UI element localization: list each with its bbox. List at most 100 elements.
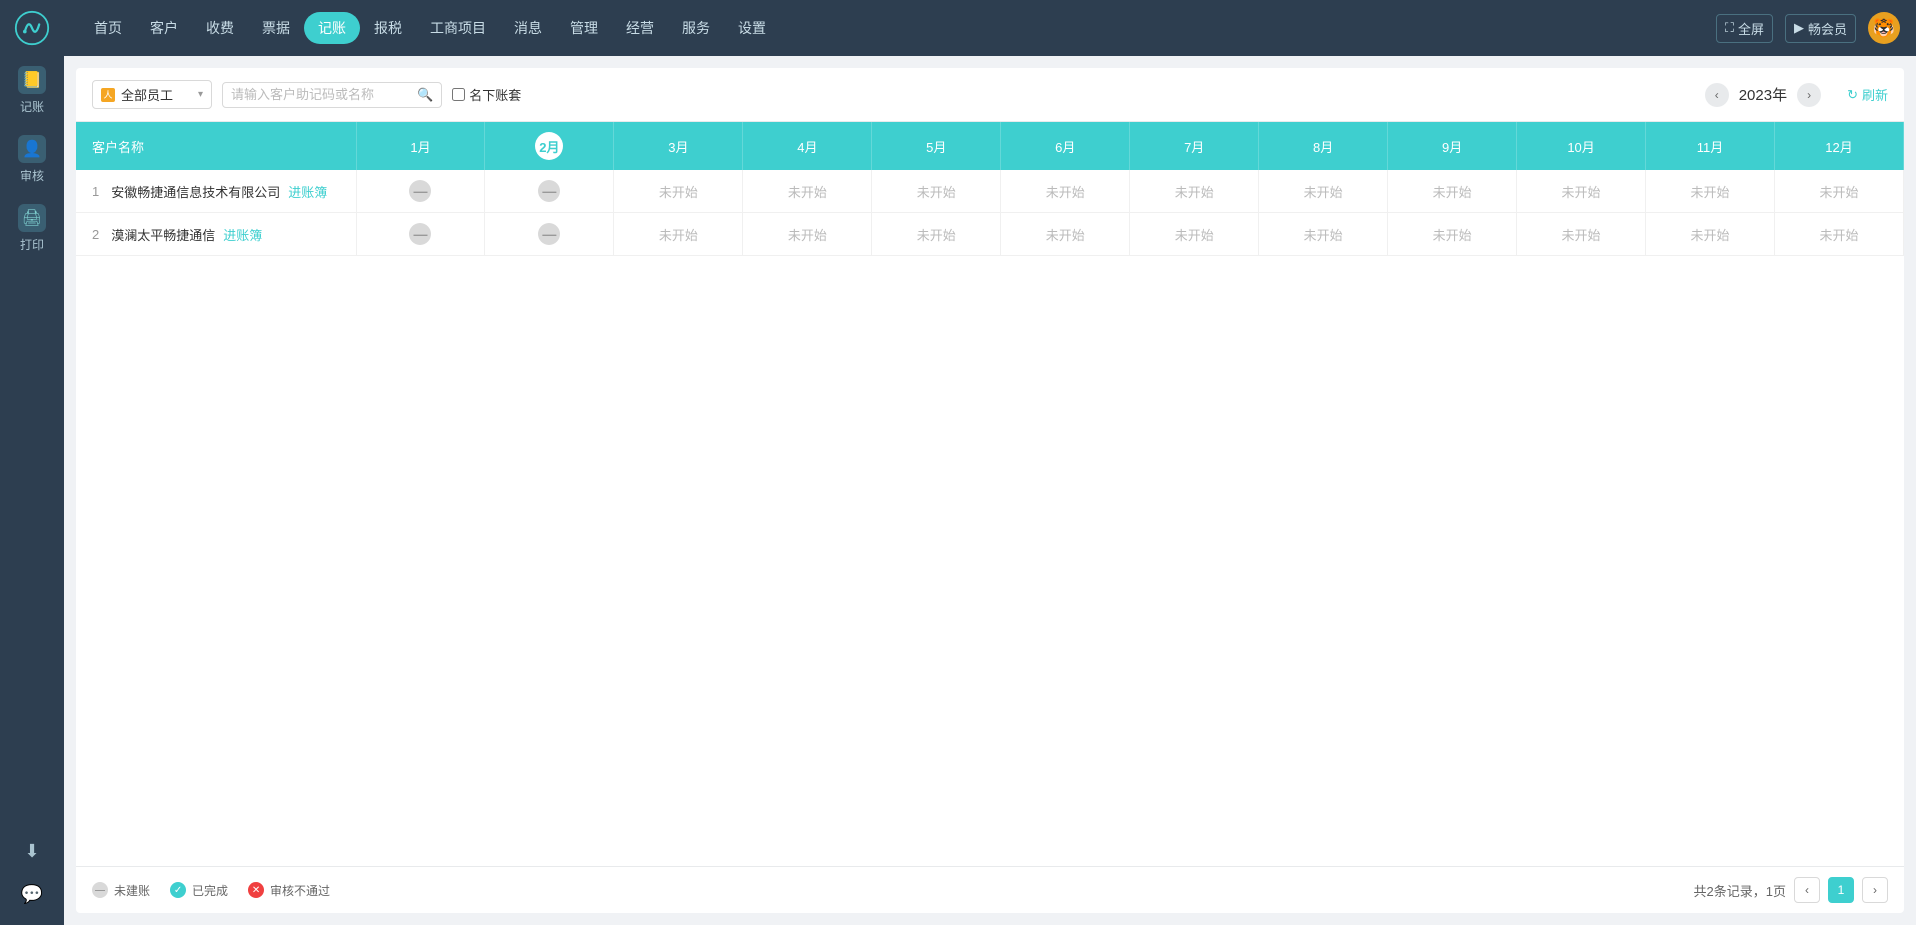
th-may: 5月: [872, 122, 1001, 170]
td-month-5: 未开始: [872, 213, 1001, 256]
nav-invoice[interactable]: 票据: [248, 12, 304, 44]
status-not-started: 未开始: [1304, 228, 1343, 243]
td-month-1[interactable]: —: [356, 170, 485, 213]
th-jan: 1月: [356, 122, 485, 170]
fullscreen-icon: ⛶: [1725, 20, 1734, 36]
status-dash-icon: —: [538, 223, 560, 245]
nav-fees[interactable]: 收费: [192, 12, 248, 44]
nav-manage[interactable]: 管理: [556, 12, 612, 44]
year-display: 2023年: [1739, 84, 1787, 105]
status-not-started: 未开始: [1433, 228, 1472, 243]
page-1-button[interactable]: 1: [1828, 877, 1854, 903]
year-next-button[interactable]: ›: [1797, 83, 1821, 107]
sidebar-bottom-chat[interactable]: 💬: [0, 876, 64, 913]
td-month-2[interactable]: —: [485, 213, 614, 256]
th-oct: 10月: [1517, 122, 1646, 170]
th-dec: 12月: [1774, 122, 1903, 170]
nav-service[interactable]: 服务: [668, 12, 724, 44]
table-wrap: 客户名称 1月 2月 3月 4月 5月 6月 7月 8月 9月 10月 11月: [76, 122, 1904, 866]
td-month-8: 未开始: [1259, 213, 1388, 256]
legend-rejected-label: 审核不通过: [270, 882, 330, 899]
year-prev-button[interactable]: ‹: [1705, 83, 1729, 107]
td-month-8: 未开始: [1259, 170, 1388, 213]
td-month-4: 未开始: [743, 170, 872, 213]
legend-not-created: — 未建账: [92, 882, 150, 899]
th-nov: 11月: [1646, 122, 1775, 170]
legend-completed-label: 已完成: [192, 882, 228, 899]
refresh-button[interactable]: ↻ 刷新: [1847, 85, 1888, 104]
table-row: 2 漠澜太平畅捷通信 进账簿 ——未开始未开始未开始未开始未开始未开始未开始未开…: [76, 213, 1904, 256]
sidebar-bottom-download[interactable]: ⬇: [0, 833, 64, 870]
nav-home[interactable]: 首页: [80, 12, 136, 44]
chevron-down-icon: ▾: [198, 89, 203, 100]
search-icon[interactable]: 🔍: [417, 87, 433, 103]
legend-rejected: ✕ 审核不通过: [248, 882, 330, 899]
nav-operation[interactable]: 经营: [612, 12, 668, 44]
td-month-7: 未开始: [1130, 170, 1259, 213]
fullscreen-button[interactable]: ⛶ 全屏: [1716, 14, 1773, 43]
accounts-table: 客户名称 1月 2月 3月 4月 5月 6月 7月 8月 9月 10月 11月: [76, 122, 1904, 256]
refresh-label: 刷新: [1862, 85, 1888, 104]
nav-settings[interactable]: 设置: [724, 12, 780, 44]
td-month-11: 未开始: [1646, 170, 1775, 213]
status-not-started: 未开始: [917, 228, 956, 243]
page-next-button[interactable]: ›: [1862, 877, 1888, 903]
td-month-10: 未开始: [1517, 213, 1646, 256]
nav-customer[interactable]: 客户: [136, 12, 192, 44]
sidebar-logo: [0, 0, 64, 56]
nav-accounting[interactable]: 记账: [304, 12, 360, 44]
td-month-9: 未开始: [1388, 170, 1517, 213]
legend-not-created-label: 未建账: [114, 882, 150, 899]
page-prev-button[interactable]: ‹: [1794, 877, 1820, 903]
topnav: 首页 客户 收费 票据 记账 报税 工商项目 消息 管理 经营 服务 设置 ⛶ …: [64, 0, 1916, 56]
td-month-1[interactable]: —: [356, 213, 485, 256]
sidebar-item-review[interactable]: 👤 审核: [0, 125, 64, 194]
my-accounts-checkbox-wrap[interactable]: 名下账套: [452, 85, 521, 104]
employee-badge: 人: [101, 88, 115, 102]
td-month-10: 未开始: [1517, 170, 1646, 213]
status-not-started: 未开始: [1304, 185, 1343, 200]
legend-gray-icon: —: [92, 882, 108, 898]
content-area: 人 全部员工 ▾ 🔍 名下账套 ‹ 2023年 ›: [64, 56, 1916, 925]
th-jun: 6月: [1001, 122, 1130, 170]
nav-tax[interactable]: 报税: [360, 12, 416, 44]
toolbar: 人 全部员工 ▾ 🔍 名下账套 ‹ 2023年 ›: [76, 68, 1904, 122]
sidebar-item-accounting-label: 记账: [20, 98, 44, 115]
sidebar-item-accounting[interactable]: 📒 记账: [0, 56, 64, 125]
nav-message[interactable]: 消息: [500, 12, 556, 44]
sidebar-item-print[interactable]: 🖨 打印: [0, 194, 64, 263]
status-dash-icon: —: [409, 223, 431, 245]
status-not-started: 未开始: [1819, 228, 1858, 243]
vip-button[interactable]: ▶ 畅会员: [1785, 14, 1856, 43]
td-month-7: 未开始: [1130, 213, 1259, 256]
status-not-started: 未开始: [788, 185, 827, 200]
enter-account-link[interactable]: 进账簿: [288, 182, 327, 201]
td-month-3: 未开始: [614, 213, 743, 256]
td-month-11: 未开始: [1646, 213, 1775, 256]
user-avatar[interactable]: 🐯: [1868, 12, 1900, 44]
enter-account-link[interactable]: 进账簿: [223, 225, 262, 244]
table-row: 1 安徽畅捷通信息技术有限公司 进账簿 ——未开始未开始未开始未开始未开始未开始…: [76, 170, 1904, 213]
row-number: 2: [92, 227, 99, 242]
my-accounts-checkbox[interactable]: [452, 88, 465, 101]
th-mar: 3月: [614, 122, 743, 170]
search-input-wrap: 🔍: [222, 82, 442, 108]
employee-select[interactable]: 人 全部员工 ▾: [92, 80, 212, 109]
footer: — 未建账 ✓ 已完成 ✕ 审核不通过 共2条记录，1页 ‹ 1 ›: [76, 866, 1904, 913]
status-not-started: 未开始: [1046, 228, 1085, 243]
main-card: 人 全部员工 ▾ 🔍 名下账套 ‹ 2023年 ›: [76, 68, 1904, 913]
status-dash-icon: —: [538, 180, 560, 202]
nav-business[interactable]: 工商项目: [416, 12, 500, 44]
chat-icon: 💬: [21, 884, 43, 905]
status-not-started: 未开始: [1046, 185, 1085, 200]
td-month-3: 未开始: [614, 170, 743, 213]
review-icon: 👤: [18, 135, 46, 163]
my-accounts-label: 名下账套: [469, 85, 521, 104]
sidebar-bottom: ⬇ 💬: [0, 833, 64, 925]
td-month-2[interactable]: —: [485, 170, 614, 213]
th-feb: 2月: [485, 122, 614, 170]
td-month-5: 未开始: [872, 170, 1001, 213]
search-input[interactable]: [231, 87, 411, 102]
sidebar-item-print-label: 打印: [20, 236, 44, 253]
refresh-icon: ↻: [1847, 87, 1858, 103]
